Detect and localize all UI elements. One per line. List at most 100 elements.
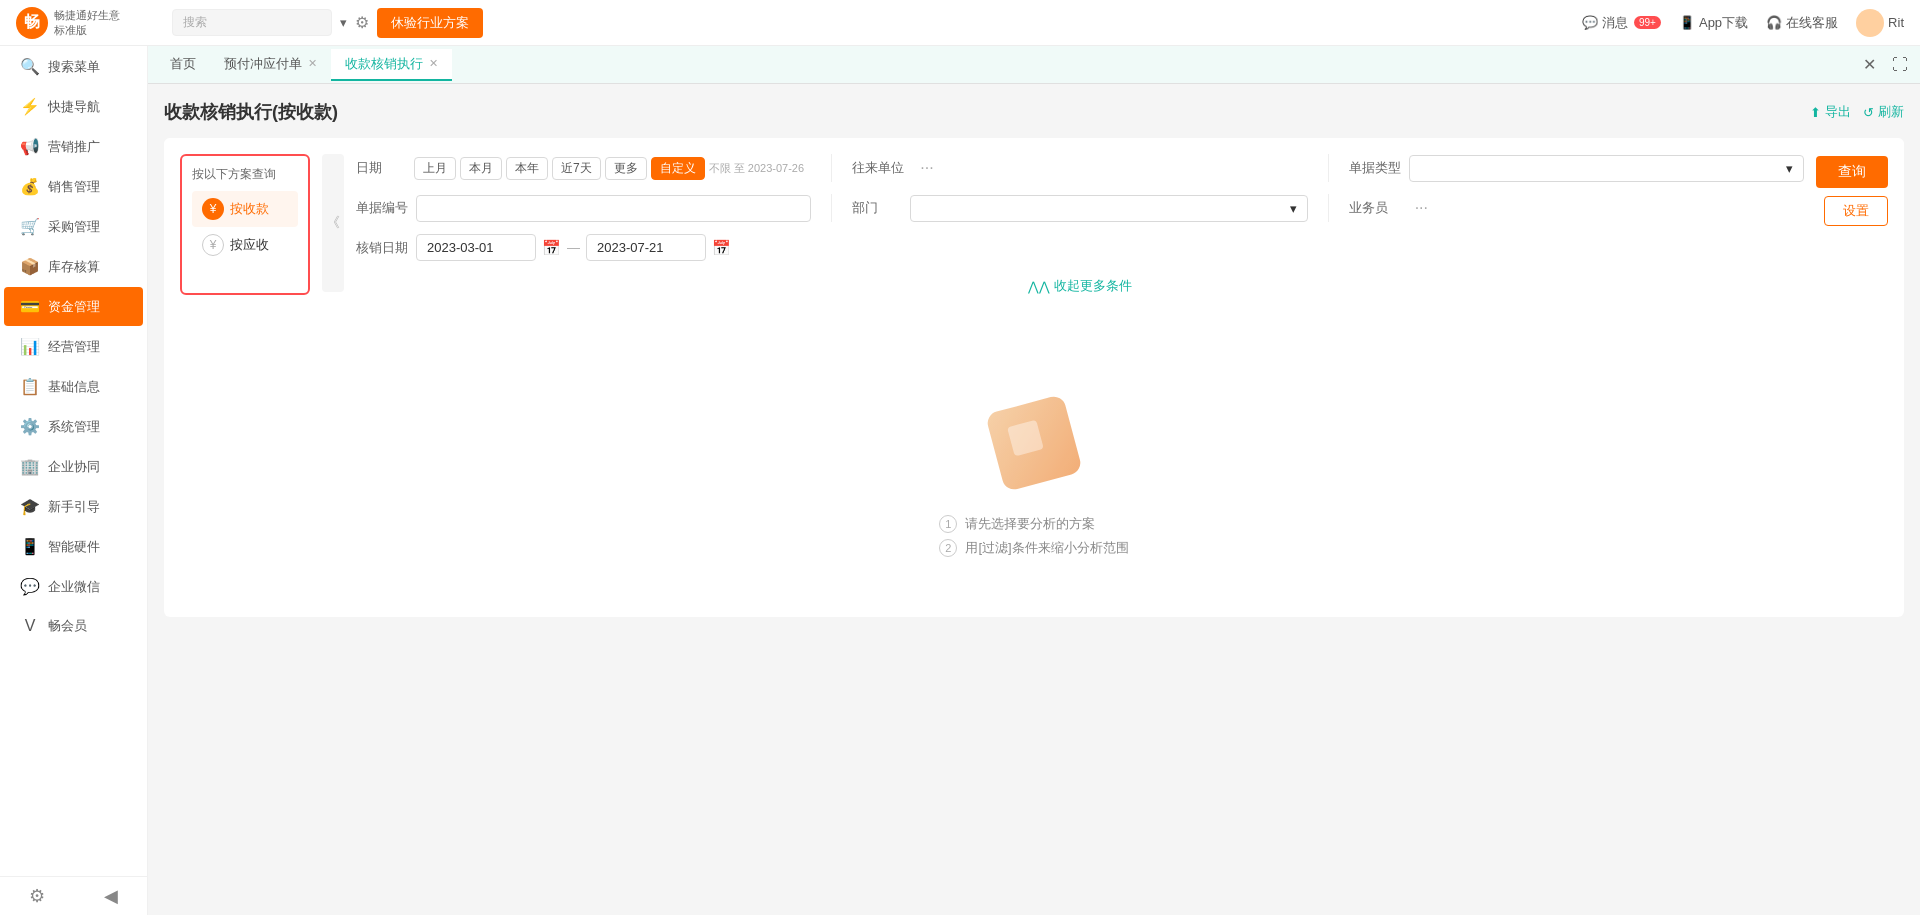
export-icon: ⬆ [1810,105,1821,120]
top-bar: 畅 畅捷通好生意 标准版 搜索 ▾ ⚙ 休验行业方案 💬 消息 99+ 📱 Ap… [0,0,1920,46]
date-btn-last-month[interactable]: 上月 [414,157,456,180]
user-area[interactable]: Rit [1856,9,1904,37]
date-range-separator: — [567,240,580,255]
tab-bar-right: ✕ ⛶ [1859,51,1912,78]
operations-label: 经营管理 [48,338,100,356]
sidebar-item-purchase[interactable]: 🛒采购管理 [4,207,143,246]
refresh-button[interactable]: ↺ 刷新 [1863,103,1904,121]
date-btn-7days[interactable]: 近7天 [552,157,601,180]
empty-steps: 1 请先选择要分析的方案 2 用[过滤]条件来缩小分析范围 [939,515,1128,557]
docnumber-label: 单据编号 [356,199,408,217]
date-btn-this-month[interactable]: 本月 [460,157,502,180]
logo-icon: 畅 [16,7,48,39]
message-icon: 💬 [1582,15,1598,30]
sidebar-item-enterprise[interactable]: 🏢 企业协同 [4,447,143,486]
dropdown-arrow[interactable]: ▾ [340,15,347,30]
sidebar-item-operations[interactable]: 📊经营管理 [4,327,143,366]
service-icon: 🎧 [1766,15,1782,30]
tab-receivable-label: 收款核销执行 [345,55,423,73]
gear-button[interactable]: ⚙ [355,13,369,32]
filter-actions: 查询 设置 [1816,154,1888,295]
page-title-actions: ⬆ 导出 ↺ 刷新 [1810,103,1904,121]
sidebar-item-system[interactable]: ⚙️系统管理 [4,407,143,446]
doctype-select[interactable]: ▾ [1409,155,1804,182]
refresh-icon: ↺ [1863,105,1874,120]
enterprise-icon: 🏢 [20,457,40,476]
tab-expand-icon[interactable]: ⛶ [1888,52,1912,78]
sidebar-item-guide[interactable]: 🎓 新手引导 [4,487,143,526]
sidebar-item-finance[interactable]: 💳资金管理 [4,287,143,326]
online-service-item[interactable]: 🎧 在线客服 [1766,14,1838,32]
tab-home[interactable]: 首页 [156,49,210,81]
tab-close-icon[interactable]: ✕ [1859,51,1880,78]
department-label: 部门 [852,199,902,217]
step-1-number: 1 [939,515,957,533]
brand-text: 畅捷通好生意 标准版 [54,8,120,37]
writeoff-date-start[interactable] [416,234,536,261]
date-filter: 日期 上月 本月 本年 近7天 更多 自定义 不限 至 2023-07-26 [356,157,811,180]
guide-label: 新手引导 [48,498,100,516]
doctype-filter: 单据类型 ▾ [1349,155,1804,182]
calendar-start-icon[interactable]: 📅 [542,239,561,257]
collapse-icon[interactable]: ◀ [104,885,118,907]
by-receivable-icon: ¥ [202,234,224,256]
sidebar-item-search-menu[interactable]: 🔍搜索菜单 [4,47,143,86]
sidebar-item-inventory[interactable]: 📦库存核算 [4,247,143,286]
purchase-icon: 🛒 [20,217,40,236]
settings-button[interactable]: 设置 [1824,196,1888,226]
search-menu-icon: 🔍 [20,57,40,76]
app-download-item[interactable]: 📱 App下载 [1679,14,1748,32]
industry-button[interactable]: 休验行业方案 [377,8,483,38]
guide-icon: 🎓 [20,497,40,516]
calendar-end-icon[interactable]: 📅 [712,239,731,257]
inventory-label: 库存核算 [48,258,100,276]
page-title-bar: 收款核销执行(按收款) ⬆ 导出 ↺ 刷新 [164,100,1904,124]
sidebar-item-marketing[interactable]: 📢营销推广 [4,127,143,166]
counterparty-more-icon[interactable]: ··· [912,154,941,182]
page-content: 收款核销执行(按收款) ⬆ 导出 ↺ 刷新 按以下方案查询 ¥按收款¥按应收 [148,84,1920,915]
sidebar-item-wechat[interactable]: 💬企业微信 [4,567,143,606]
sidebar-item-hardware[interactable]: 📱智能硬件 [4,527,143,566]
more-conditions-btn[interactable]: ⋀⋀ 收起更多条件 [1028,277,1132,295]
department-select[interactable]: ▾ [910,195,1307,222]
query-button[interactable]: 查询 [1816,156,1888,188]
writeoff-date-end[interactable] [586,234,706,261]
docnumber-input[interactable] [416,195,811,222]
query-type-by-receipt[interactable]: ¥按收款 [192,191,298,227]
query-type-by-receivable[interactable]: ¥ 按应收 [192,227,298,263]
marketing-icon: 📢 [20,137,40,156]
date-hint: 不限 至 2023-07-26 [709,161,804,176]
message-item[interactable]: 💬 消息 99+ [1582,14,1661,32]
tab-receivable-close[interactable]: ✕ [429,57,438,70]
empty-box-illustration [985,394,1083,492]
date-btn-more[interactable]: 更多 [605,157,647,180]
collapse-panel-btn[interactable]: 《 [322,154,344,292]
sales-icon: 💰 [20,177,40,196]
export-button[interactable]: ⬆ 导出 [1810,103,1851,121]
user-avatar [1856,9,1884,37]
enterprise-label: 企业协同 [48,458,100,476]
hardware-label: 智能硬件 [48,538,100,556]
top-bar-right: 💬 消息 99+ 📱 App下载 🎧 在线客服 Rit [1582,9,1904,37]
app-logo: 畅 畅捷通好生意 标准版 [16,7,164,39]
tab-prepay[interactable]: 预付冲应付单✕ [210,49,331,81]
sidebar-item-quick-nav[interactable]: ⚡快捷导航 [4,87,143,126]
settings-icon[interactable]: ⚙ [29,885,45,907]
member-icon: V [20,617,40,635]
tab-prepay-close[interactable]: ✕ [308,57,317,70]
filter-row-3: 核销日期 📅 — 📅 [356,234,1804,261]
date-btn-custom[interactable]: 自定义 [651,157,705,180]
sidebar-item-sales[interactable]: 💰 销售管理 [4,167,143,206]
tab-receivable[interactable]: 收款核销执行 ✕ [331,49,452,81]
filter-form: 日期 上月 本月 本年 近7天 更多 自定义 不限 至 2023-07-26 [356,154,1804,295]
sidebar-item-member[interactable]: V畅会员 [4,607,143,645]
filter-content-wrapper: 按以下方案查询 ¥按收款¥按应收 《 日期 上月 本月 本年 [164,138,1904,617]
page-title: 收款核销执行(按收款) [164,100,338,124]
by-receivable-label: 按应收 [230,236,269,254]
staff-more-icon[interactable]: ··· [1407,194,1436,222]
date-btn-this-year[interactable]: 本年 [506,157,548,180]
counterparty-filter: 往来单位 ··· [852,154,1307,182]
sidebar-item-basic-info[interactable]: 📋基础信息 [4,367,143,406]
department-dropdown-icon: ▾ [1290,201,1297,216]
sales-label: 销售管理 [48,178,100,196]
